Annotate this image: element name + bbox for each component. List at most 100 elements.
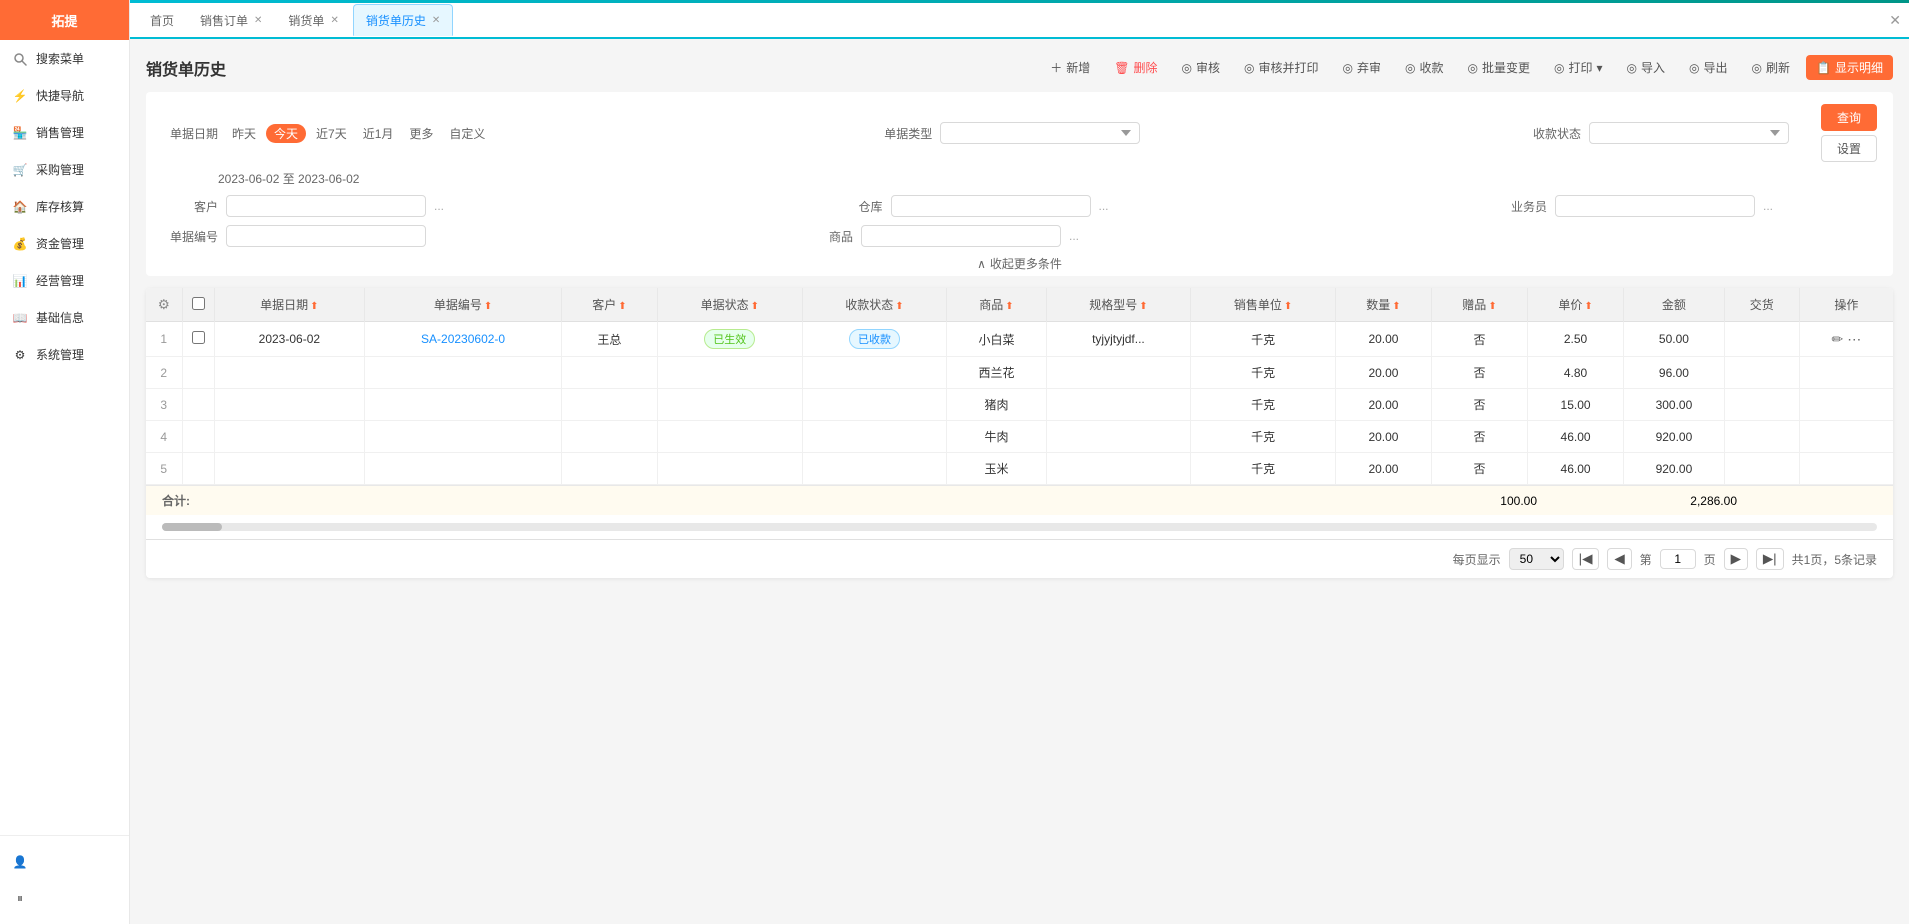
add-button[interactable]: ＋ 新增	[1042, 55, 1098, 80]
cell-spec	[1046, 357, 1191, 389]
sidebar-item-basic-info[interactable]: 📖 基础信息	[0, 299, 129, 336]
col-goods[interactable]: 商品⬆	[947, 288, 1046, 322]
filter-group-doc-type: 单据类型	[876, 122, 1140, 144]
import-button[interactable]: ◎ 导入	[1619, 55, 1674, 80]
goods-dots[interactable]: ...	[1069, 229, 1079, 243]
doc-no-input[interactable]	[226, 225, 426, 247]
sidebar-item-sales[interactable]: 🏪 销售管理	[0, 114, 129, 151]
shortcut-more[interactable]: 更多	[403, 124, 439, 143]
tab-sales-history-label: 销货单历史	[366, 12, 426, 29]
goods-input[interactable]	[861, 225, 1061, 247]
page-prev-button[interactable]: ◀	[1607, 548, 1631, 570]
cell-amount: 96.00	[1624, 357, 1725, 389]
tab-sales-order[interactable]: 销售订单 ✕	[188, 4, 274, 36]
page-number-input[interactable]	[1660, 549, 1696, 569]
horizontal-scrollbar[interactable]	[146, 515, 1893, 539]
sidebar-item-finance[interactable]: 💰 资金管理	[0, 225, 129, 262]
col-spec[interactable]: 规格型号⬆	[1046, 288, 1191, 322]
search-button[interactable]: 查询	[1821, 104, 1877, 131]
cell-unit: 千克	[1191, 421, 1336, 453]
sidebar-label-purchase: 采购管理	[36, 161, 84, 178]
more-icon[interactable]: ⋯	[1847, 331, 1861, 347]
cell-checkbox[interactable]	[182, 389, 214, 421]
footer-total-qty: 100.00	[1417, 494, 1537, 508]
shortcut-yesterday[interactable]: 昨天	[226, 124, 262, 143]
col-checkbox[interactable]	[182, 288, 214, 322]
page-size-select[interactable]: 50 20 100 200	[1509, 548, 1564, 570]
customer-input[interactable]	[226, 195, 426, 217]
col-gift[interactable]: 赠品⬆	[1431, 288, 1527, 322]
page-next-button[interactable]: ▶	[1724, 548, 1748, 570]
sidebar-item-toggle[interactable]: ⏸	[0, 880, 129, 916]
col-customer[interactable]: 客户⬆	[561, 288, 657, 322]
sidebar-item-inventory[interactable]: 🏠 库存核算	[0, 188, 129, 225]
shortcut-1month[interactable]: 近1月	[357, 124, 400, 143]
review-print-button[interactable]: ◎ 审核并打印	[1236, 55, 1327, 80]
col-doc-no[interactable]: 单据编号⬆	[365, 288, 562, 322]
show-detail-button[interactable]: 📋 显示明细	[1806, 55, 1893, 80]
cell-doc-no: SA-20230602-0	[365, 322, 562, 357]
tab-sales-history-close[interactable]: ✕	[432, 15, 440, 26]
collect-button[interactable]: ◎ 收款	[1397, 55, 1452, 80]
tab-sales-order-close[interactable]: ✕	[254, 15, 262, 26]
shortcut-custom[interactable]: 自定义	[443, 124, 491, 143]
batch-change-button[interactable]: ◎ 批量变更	[1460, 55, 1539, 80]
cell-checkbox[interactable]	[182, 421, 214, 453]
data-table: ⚙ 单据日期⬆ 单据编号⬆ 客户⬆	[146, 288, 1893, 578]
warehouse-dots[interactable]: ...	[1099, 199, 1109, 213]
cell-checkbox[interactable]	[182, 453, 214, 485]
sidebar-item-user[interactable]: 👤	[0, 844, 129, 880]
sidebar-item-search-menu[interactable]: 搜索菜单	[0, 40, 129, 77]
sort-qty: ⬆	[1392, 301, 1400, 312]
col-pay-status[interactable]: 收款状态⬆	[802, 288, 947, 322]
print-button[interactable]: ◎ 打印 ▾	[1546, 55, 1611, 80]
col-gear[interactable]: ⚙	[146, 288, 182, 322]
sidebar-item-quick-nav[interactable]: ⚡ 快捷导航	[0, 77, 129, 114]
col-qty[interactable]: 数量⬆	[1335, 288, 1431, 322]
edit-icon[interactable]: ✏	[1832, 331, 1844, 347]
refresh-button[interactable]: ◎ 刷新	[1744, 55, 1799, 80]
cell-checkbox[interactable]	[182, 357, 214, 389]
review-button[interactable]: ◎ 审核	[1174, 55, 1229, 80]
col-doc-date[interactable]: 单据日期⬆	[214, 288, 365, 322]
cell-row-num: 4	[146, 421, 182, 453]
sidebar-item-operations[interactable]: 📊 经营管理	[0, 262, 129, 299]
col-unit[interactable]: 销售单位⬆	[1191, 288, 1336, 322]
customer-dots[interactable]: ...	[434, 199, 444, 213]
sidebar-item-purchase[interactable]: 🛒 采购管理	[0, 151, 129, 188]
tab-sales-history[interactable]: 销货单历史 ✕	[353, 4, 453, 36]
warehouse-input[interactable]	[891, 195, 1091, 217]
cell-pay-status	[802, 453, 947, 485]
col-unit-price[interactable]: 单价⬆	[1528, 288, 1624, 322]
tab-sales-invoice-close[interactable]: ✕	[330, 15, 338, 26]
sidebar-item-system[interactable]: ⚙ 系统管理	[0, 336, 129, 373]
filter-settings-button[interactable]: 设置	[1821, 135, 1877, 162]
doc-type-select[interactable]	[940, 122, 1140, 144]
col-settings-button[interactable]: ⚙	[158, 297, 170, 313]
abandon-button[interactable]: ◎ 弃审	[1335, 55, 1390, 80]
lightning-icon: ⚡	[12, 88, 28, 104]
tab-home[interactable]: 首页	[138, 4, 186, 36]
staff-input[interactable]	[1555, 195, 1755, 217]
shortcut-7days[interactable]: 近7天	[310, 124, 353, 143]
tabs-close-all[interactable]: ✕	[1889, 12, 1901, 29]
collapse-button[interactable]: ∧ 收起更多条件	[162, 255, 1877, 272]
pay-status-select[interactable]	[1589, 122, 1789, 144]
col-doc-status[interactable]: 单据状态⬆	[657, 288, 802, 322]
row-checkbox[interactable]	[192, 331, 205, 344]
page-last-button[interactable]: ▶|	[1756, 548, 1784, 570]
table-row: 1 2023-06-02 SA-20230602-0 王总 已生效 已收款 小白…	[146, 322, 1893, 357]
staff-dots[interactable]: ...	[1763, 199, 1773, 213]
select-all-checkbox[interactable]	[192, 297, 205, 310]
delete-button[interactable]: 🗑 删除	[1106, 55, 1165, 80]
page-first-button[interactable]: |◀	[1572, 548, 1600, 570]
tab-sales-invoice[interactable]: 销货单 ✕	[276, 4, 350, 36]
cell-deal	[1724, 357, 1799, 389]
cell-checkbox[interactable]	[182, 322, 214, 357]
check-icon: ◎	[1182, 61, 1192, 75]
table-row: 2 西兰花 千克 20.00 否 4.80 96.00	[146, 357, 1893, 389]
export-button[interactable]: ◎ 导出	[1681, 55, 1736, 80]
shortcut-today[interactable]: 今天	[266, 124, 306, 143]
cell-action: ✏⋯	[1799, 322, 1893, 357]
doc-no-link[interactable]: SA-20230602-0	[421, 332, 505, 346]
